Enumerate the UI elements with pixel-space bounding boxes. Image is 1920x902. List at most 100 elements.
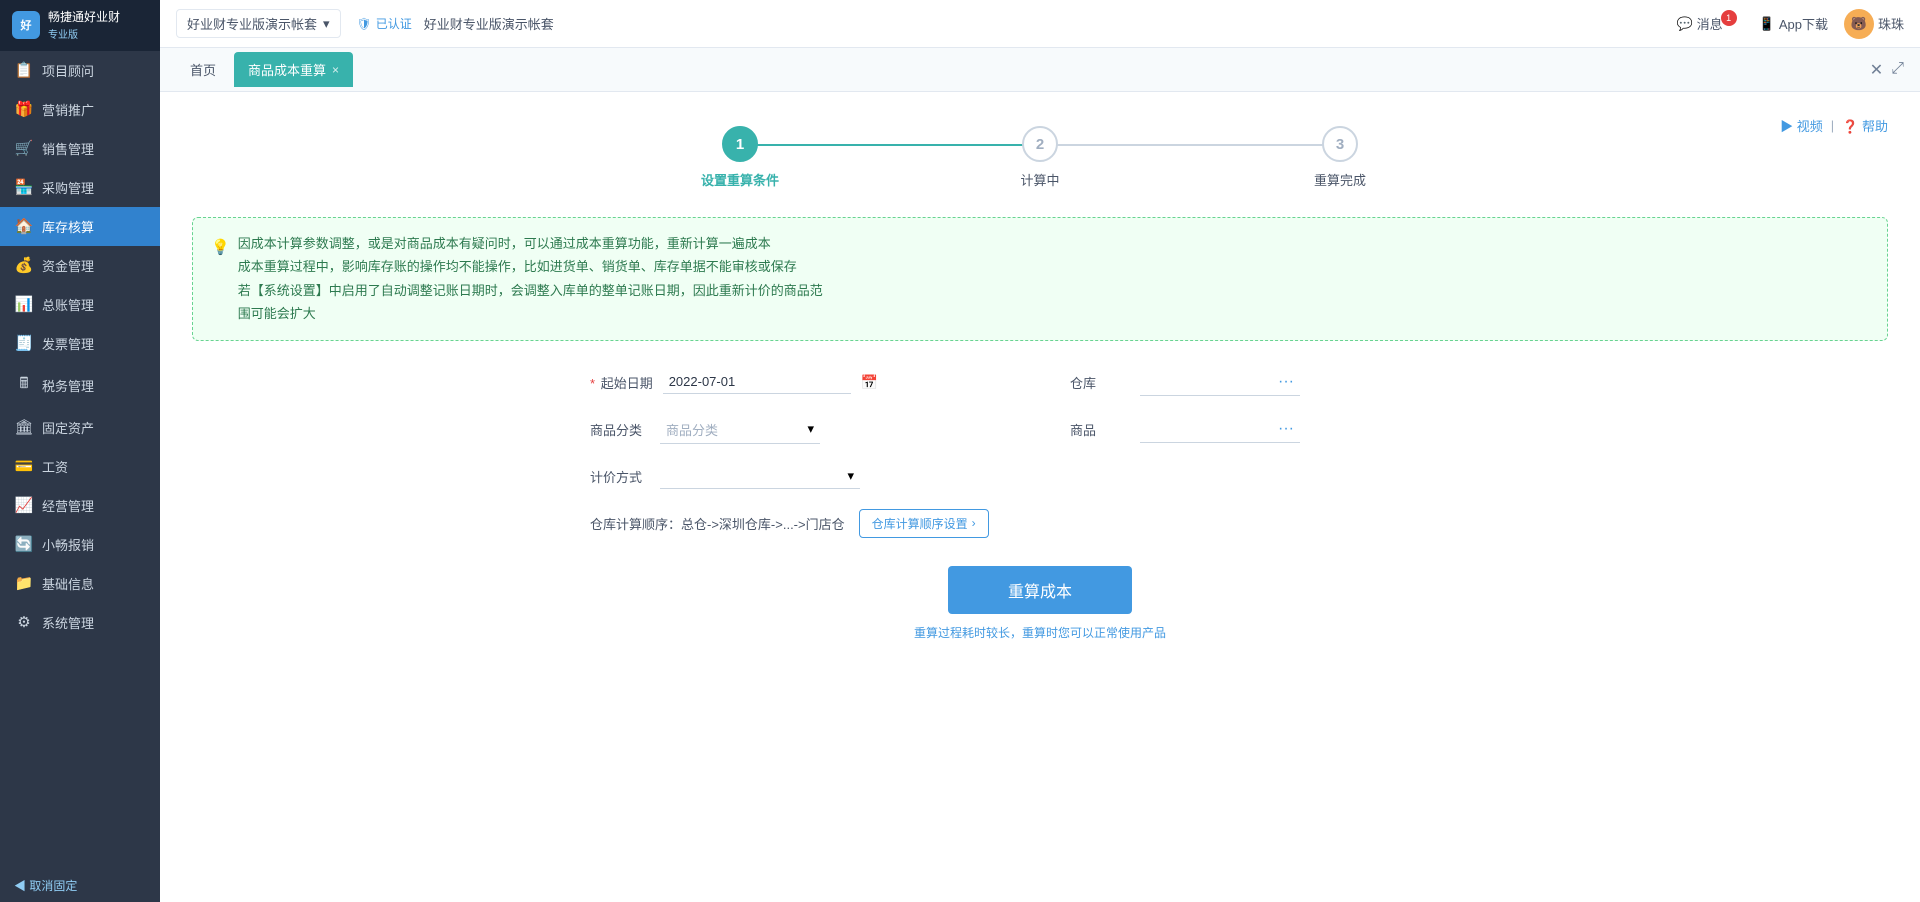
message-icon: 💬 xyxy=(1676,16,1692,32)
category-row: 商品分类 商品分类 ▾ xyxy=(590,416,1010,444)
step-1: 1 设置重算条件 xyxy=(590,126,890,189)
sidebar-item-label: 系统管理 xyxy=(42,613,94,632)
purchase-icon: 🏪 xyxy=(14,178,34,196)
step-3-label: 重算完成 xyxy=(1314,170,1366,189)
sidebar-item-marketing[interactable]: 🎁 营销推广 xyxy=(0,90,160,129)
app-download-button[interactable]: 📱 App下载 xyxy=(1759,14,1828,33)
sidebar-item-assets[interactable]: 🏛 固定资产 xyxy=(0,408,160,447)
topbar: 好业财专业版演示帐套 ▾ 🛡 已认证 好业财专业版演示帐套 💬 消息 1 📱 A… xyxy=(160,0,1920,48)
step-1-circle: 1 xyxy=(722,126,758,162)
warehouse-order-text: 仓库计算顺序：总仓->深圳仓库->...->门店仓 xyxy=(590,514,845,533)
sidebar-item-salary[interactable]: 💳 工资 xyxy=(0,447,160,486)
tax-icon: 🖩 xyxy=(14,373,34,398)
step-2-line xyxy=(1040,144,1340,146)
expand-icon[interactable]: ⤢ xyxy=(1891,60,1904,80)
assets-icon: 🏛 xyxy=(14,418,34,436)
start-date-input[interactable] xyxy=(663,370,851,394)
account-select-text: 好业财专业版演示帐套 xyxy=(187,14,317,33)
form-grid: * 起始日期 📅 仓库 ··· 商品分类 商品分类 ▾ xyxy=(590,369,1490,444)
product-row: 商品 ··· xyxy=(1070,416,1490,444)
warehouse-order-row: 仓库计算顺序：总仓->深圳仓库->...->门店仓 仓库计算顺序设置 › xyxy=(590,509,1490,538)
sidebar-unpin[interactable]: ◀ 取消固定 xyxy=(0,869,160,902)
sidebar-item-sales[interactable]: 🛒 销售管理 xyxy=(0,129,160,168)
step-1-label: 设置重算条件 xyxy=(701,170,779,189)
category-chevron-icon: ▾ xyxy=(807,421,814,437)
help-link[interactable]: ❓ 帮助 xyxy=(1842,116,1888,135)
stepper: 1 设置重算条件 2 计算中 3 重算完成 xyxy=(192,116,1888,189)
account-name: 好业财专业版演示帐套 xyxy=(424,14,554,33)
sidebar-item-label: 税务管理 xyxy=(42,376,94,395)
sidebar-item-label: 采购管理 xyxy=(42,178,94,197)
notice-text: 因成本计算参数调整，或是对商品成本有疑问时，可以通过成本重算功能，重新计算一遍成… xyxy=(238,232,823,326)
verified-badge: 🛡 已认证 xyxy=(357,15,412,32)
product-label: 商品 xyxy=(1070,420,1130,439)
sidebar-item-inventory[interactable]: 🏠 库存核算 xyxy=(0,207,160,246)
notification-count: 1 xyxy=(1721,10,1737,26)
step-3: 3 重算完成 xyxy=(1190,126,1490,189)
inventory-icon: 🏠 xyxy=(14,217,34,235)
recalc-button[interactable]: 重算成本 xyxy=(948,566,1132,614)
sidebar-item-system[interactable]: ⚙ 系统管理 xyxy=(0,603,160,642)
main-area: 好业财专业版演示帐套 ▾ 🛡 已认证 好业财专业版演示帐套 💬 消息 1 📱 A… xyxy=(160,0,1920,902)
logo-icon: 好 xyxy=(12,11,40,39)
pricing-chevron-icon: ▾ xyxy=(847,468,854,484)
warehouse-row: 仓库 ··· xyxy=(1070,369,1490,396)
warehouse-input[interactable]: ··· xyxy=(1140,369,1300,396)
category-select[interactable]: 商品分类 ▾ xyxy=(660,416,820,444)
product-input[interactable]: ··· xyxy=(1140,416,1300,443)
sidebar-item-ledger[interactable]: 📊 总账管理 xyxy=(0,285,160,324)
sidebar-item-operation[interactable]: 📈 经营管理 xyxy=(0,486,160,525)
recalc-hint: 重算过程耗时较长，重算时您可以正常使用产品 xyxy=(914,624,1166,641)
sidebar-item-label: 基础信息 xyxy=(42,574,94,593)
system-icon: ⚙ xyxy=(14,613,34,631)
sidebar: 好 畅捷通好业财 专业版 📋 项目顾问 🎁 营销推广 🛒 销售管理 🏪 采购管理… xyxy=(0,0,160,902)
close-window-icon[interactable]: ✕ xyxy=(1870,60,1883,80)
step-actions: ▶ 视频 | ❓ 帮助 xyxy=(1780,116,1888,135)
sidebar-item-finance[interactable]: 💰 资金管理 xyxy=(0,246,160,285)
app-logo: 好 畅捷通好业财 专业版 xyxy=(0,0,160,51)
account-select[interactable]: 好业财专业版演示帐套 ▾ xyxy=(176,9,341,38)
sidebar-item-expense[interactable]: 🔄 小畅报销 xyxy=(0,525,160,564)
marketing-icon: 🎁 xyxy=(14,100,34,118)
sidebar-item-invoice[interactable]: 🧾 发票管理 xyxy=(0,324,160,363)
pricing-select[interactable]: ▾ xyxy=(660,464,860,489)
step-2-circle: 2 xyxy=(1022,126,1058,162)
sidebar-item-label: 营销推广 xyxy=(42,100,94,119)
expense-icon: 🔄 xyxy=(14,535,34,553)
tab-close-icon[interactable]: × xyxy=(332,63,339,77)
user-avatar-button[interactable]: 🐻 珠珠 xyxy=(1844,9,1904,39)
light-icon: 💡 xyxy=(211,234,230,326)
notification-button[interactable]: 💬 消息 1 xyxy=(1676,14,1742,33)
sidebar-item-label: 项目顾问 xyxy=(42,61,94,80)
video-link[interactable]: ▶ 视频 xyxy=(1780,116,1823,135)
shield-icon: 🛡 xyxy=(357,17,372,31)
pricing-section: 计价方式 ▾ xyxy=(590,464,1490,489)
operation-icon: 📈 xyxy=(14,496,34,514)
tab-bar: 首页 商品成本重算 × ✕ ⤢ xyxy=(160,48,1920,92)
step-1-line xyxy=(740,144,1040,146)
notice-box: 💡 因成本计算参数调整，或是对商品成本有疑问时，可以通过成本重算功能，重新计算一… xyxy=(192,217,1888,341)
sidebar-item-label: 经营管理 xyxy=(42,496,94,515)
chevron-down-icon: ▾ xyxy=(323,16,330,32)
sidebar-item-basic[interactable]: 📁 基础信息 xyxy=(0,564,160,603)
warehouse-order-btn[interactable]: 仓库计算顺序设置 › xyxy=(859,509,989,538)
sidebar-item-label: 发票管理 xyxy=(42,334,94,353)
tab-recalc[interactable]: 商品成本重算 × xyxy=(234,52,353,87)
start-date-row: * 起始日期 📅 xyxy=(590,369,1010,396)
calendar-icon[interactable]: 📅 xyxy=(861,374,878,391)
finance-icon: 💰 xyxy=(14,256,34,274)
invoice-icon: 🧾 xyxy=(14,334,34,352)
project-icon: 📋 xyxy=(14,61,34,79)
sidebar-item-tax[interactable]: 🖩 税务管理 xyxy=(0,363,160,408)
sales-icon: 🛒 xyxy=(14,139,34,157)
basic-icon: 📁 xyxy=(14,574,34,592)
action-center: 重算成本 重算过程耗时较长，重算时您可以正常使用产品 xyxy=(192,566,1888,641)
sidebar-item-purchase[interactable]: 🏪 采购管理 xyxy=(0,168,160,207)
step-3-circle: 3 xyxy=(1322,126,1358,162)
sidebar-item-label: 销售管理 xyxy=(42,139,94,158)
tab-home[interactable]: 首页 xyxy=(176,52,230,87)
step-2: 2 计算中 xyxy=(890,126,1190,189)
sidebar-item-project[interactable]: 📋 项目顾问 xyxy=(0,51,160,90)
avatar: 🐻 xyxy=(1844,9,1874,39)
step-2-label: 计算中 xyxy=(1020,170,1059,189)
